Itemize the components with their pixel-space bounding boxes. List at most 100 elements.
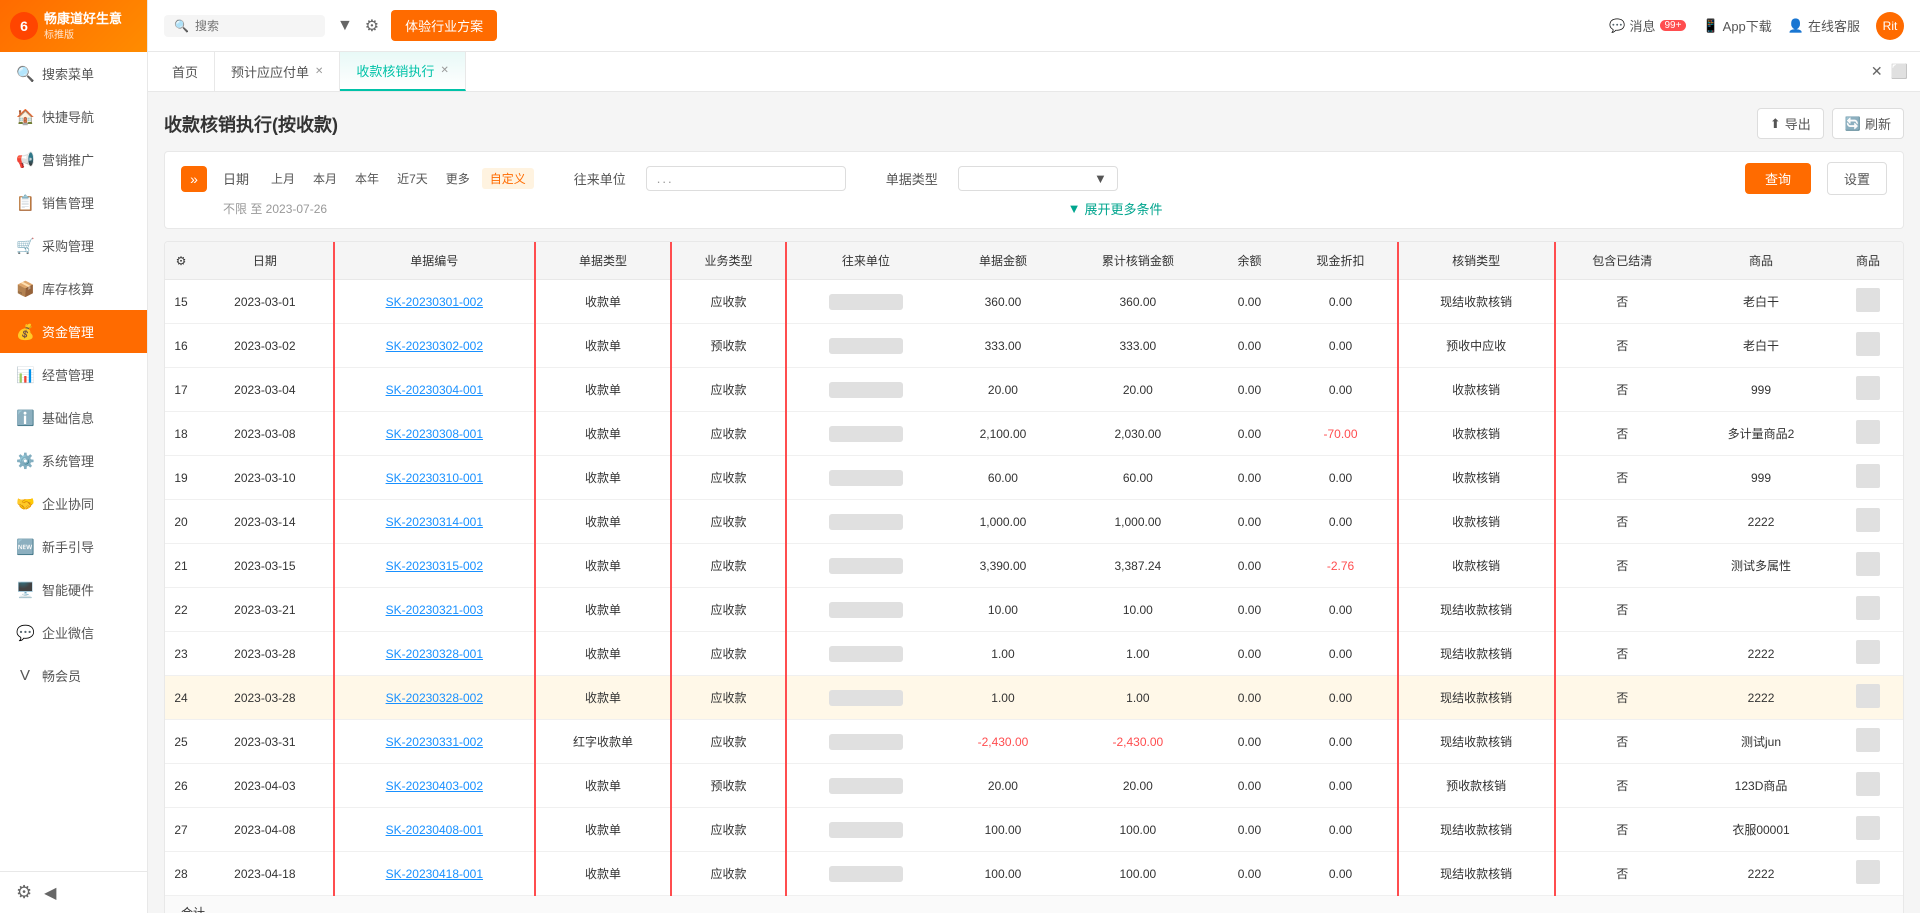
th-writeoff-type: 核销类型 (1398, 242, 1555, 280)
sidebar-item-shortcut[interactable]: 🏠快捷导航 (0, 95, 147, 138)
setting-btn[interactable]: 设置 (1827, 162, 1887, 195)
settings-icon[interactable]: ⚙ (16, 882, 32, 903)
cell-counterparty: ████ (786, 632, 945, 676)
search-wrap[interactable]: 🔍 (164, 15, 325, 37)
sidebar-item-search[interactable]: 🔍搜索菜单 (0, 52, 147, 95)
cell-balance: 0.00 (1215, 676, 1285, 720)
cell-voucher-no[interactable]: SK-20230328-002 (334, 676, 535, 720)
tab-payable-close[interactable]: ✕ (315, 66, 323, 77)
industry-btn[interactable]: 体验行业方案 (391, 10, 497, 41)
this-year-btn[interactable]: 本年 (349, 168, 385, 189)
cell-writeoff-type: 收款核销 (1398, 500, 1555, 544)
last-month-btn[interactable]: 上月 (265, 168, 301, 189)
refresh-btn[interactable]: 🔄 刷新 (1832, 108, 1904, 139)
cell-voucher-no[interactable]: SK-20230328-001 (334, 632, 535, 676)
custom-date-btn[interactable]: 自定义 (482, 168, 534, 189)
page: 收款核销执行(按收款) ⬆ 导出 🔄 刷新 » 日期 上月 本月 (148, 92, 1920, 913)
table-row[interactable]: 17 2023-03-04 SK-20230304-001 收款单 应收款 ██… (165, 368, 1903, 412)
tab-collection[interactable]: 收款核销执行 ✕ (340, 52, 465, 91)
cell-cash-discount: 0.00 (1284, 808, 1397, 852)
app-icon: 📱 (1702, 18, 1718, 34)
sidebar-item-funds[interactable]: 💰资金管理 (0, 310, 147, 353)
cell-counterparty: ████ (786, 676, 945, 720)
online-service-item[interactable]: 👤 在线客服 (1788, 16, 1860, 35)
collapse-icon[interactable]: ◀ (44, 883, 56, 903)
table-scroll[interactable]: ⚙ 日期 单据编号 单据类型 业务类型 往来单位 单据金额 累计核销金额 余额 … (165, 242, 1903, 913)
table-row[interactable]: 22 2023-03-21 SK-20230321-003 收款单 应收款 ██… (165, 588, 1903, 632)
sidebar-item-marketing[interactable]: 📢营销推广 (0, 138, 147, 181)
cell-voucher-no[interactable]: SK-20230301-002 (334, 280, 535, 324)
voucher-type-select[interactable]: ▼ (958, 166, 1118, 191)
sidebar-item-purchase[interactable]: 🛒采购管理 (0, 224, 147, 267)
sidebar-item-system[interactable]: ⚙️系统管理 (0, 439, 147, 482)
th-product: 商品 (1689, 242, 1833, 280)
table-row[interactable]: 18 2023-03-08 SK-20230308-001 收款单 应收款 ██… (165, 412, 1903, 456)
sidebar-item-operations[interactable]: 📊经营管理 (0, 353, 147, 396)
cell-voucher-no[interactable]: SK-20230302-002 (334, 324, 535, 368)
table-row[interactable]: 25 2023-03-31 SK-20230331-002 红字收款单 应收款 … (165, 720, 1903, 764)
more-btn[interactable]: 更多 (440, 168, 476, 189)
message-badge: 99+ (1660, 20, 1687, 31)
last-7-days-btn[interactable]: 近7天 (391, 168, 434, 189)
export-btn[interactable]: ⬆ 导出 (1757, 108, 1824, 139)
search-input[interactable] (195, 19, 315, 33)
basic-icon: ℹ️ (16, 409, 34, 427)
th-include-settled: 包含已结清 (1555, 242, 1689, 280)
sidebar-item-basic[interactable]: ℹ️基础信息 (0, 396, 147, 439)
sidebar-item-enterprise[interactable]: 🤝企业协同 (0, 482, 147, 525)
cell-voucher-no[interactable]: SK-20230308-001 (334, 412, 535, 456)
sidebar-item-sales[interactable]: 📋销售管理 (0, 181, 147, 224)
table-row[interactable]: 26 2023-04-03 SK-20230403-002 收款单 预收款 ██… (165, 764, 1903, 808)
table-row[interactable]: 16 2023-03-02 SK-20230302-002 收款单 预收款 ██… (165, 324, 1903, 368)
tab-payable[interactable]: 预计应应付单 ✕ (215, 52, 340, 91)
cell-product: 测试jun (1689, 720, 1833, 764)
sidebar-item-wechat[interactable]: 💬企业微信 (0, 611, 147, 654)
tab-close-btn[interactable]: ✕ (1871, 63, 1883, 80)
sidebar-item-inventory[interactable]: 📦库存核算 (0, 267, 147, 310)
tab-home[interactable]: 首页 (156, 52, 215, 91)
cell-voucher-no[interactable]: SK-20230321-003 (334, 588, 535, 632)
table-row[interactable]: 15 2023-03-01 SK-20230301-002 收款单 应收款 ██… (165, 280, 1903, 324)
table-row[interactable]: 28 2023-04-18 SK-20230418-001 收款单 应收款 ██… (165, 852, 1903, 896)
this-month-btn[interactable]: 本月 (307, 168, 343, 189)
sidebar-item-hardware[interactable]: 🖥️智能硬件 (0, 568, 147, 611)
settings-gear-icon[interactable]: ⚙ (365, 16, 379, 36)
cell-voucher-no[interactable]: SK-20230418-001 (334, 852, 535, 896)
cell-writeoff-type: 收款核销 (1398, 412, 1555, 456)
cell-voucher-no[interactable]: SK-20230310-001 (334, 456, 535, 500)
cell-biz-type: 应收款 (671, 456, 786, 500)
sidebar-item-guide[interactable]: 🆕新手引导 (0, 525, 147, 568)
cell-voucher-type: 收款单 (535, 280, 671, 324)
cell-voucher-no[interactable]: SK-20230331-002 (334, 720, 535, 764)
cell-include-settled: 否 (1555, 588, 1689, 632)
expand-btn[interactable]: » (181, 166, 207, 192)
gear-icon[interactable]: ▼ (337, 17, 353, 35)
cell-writeoff-type: 预收款核销 (1398, 764, 1555, 808)
cell-biz-type: 应收款 (671, 720, 786, 764)
counterparty-select[interactable]: ... (646, 166, 846, 191)
query-btn[interactable]: 查询 (1745, 163, 1811, 194)
cell-voucher-no[interactable]: SK-20230304-001 (334, 368, 535, 412)
cell-counterparty: ████ (786, 808, 945, 852)
sidebar-item-member[interactable]: V畅会员 (0, 654, 147, 697)
table-row[interactable]: 19 2023-03-10 SK-20230310-001 收款单 应收款 ██… (165, 456, 1903, 500)
th-settings[interactable]: ⚙ (165, 242, 197, 280)
cell-no: 17 (165, 368, 197, 412)
cell-voucher-no[interactable]: SK-20230408-001 (334, 808, 535, 852)
app-download-item[interactable]: 📱 App下载 (1702, 16, 1771, 35)
table-row[interactable]: 23 2023-03-28 SK-20230328-001 收款单 应收款 ██… (165, 632, 1903, 676)
table-row[interactable]: 24 2023-03-28 SK-20230328-002 收款单 应收款 ██… (165, 676, 1903, 720)
cell-voucher-no[interactable]: SK-20230403-002 (334, 764, 535, 808)
table-row[interactable]: 21 2023-03-15 SK-20230315-002 收款单 应收款 ██… (165, 544, 1903, 588)
message-item[interactable]: 💬 消息 99+ (1609, 16, 1686, 35)
cell-voucher-no[interactable]: SK-20230314-001 (334, 500, 535, 544)
expand-conditions[interactable]: ▼ 展开更多条件 (1068, 199, 1163, 218)
tab-expand-btn[interactable]: ⬜ (1891, 63, 1908, 80)
cell-cash-discount: 0.00 (1284, 368, 1397, 412)
table-row[interactable]: 20 2023-03-14 SK-20230314-001 收款单 应收款 ██… (165, 500, 1903, 544)
avatar[interactable]: Rit (1876, 12, 1904, 40)
tab-collection-close[interactable]: ✕ (440, 65, 448, 76)
cell-counterparty: ████ (786, 764, 945, 808)
cell-voucher-no[interactable]: SK-20230315-002 (334, 544, 535, 588)
table-row[interactable]: 27 2023-04-08 SK-20230408-001 收款单 应收款 ██… (165, 808, 1903, 852)
